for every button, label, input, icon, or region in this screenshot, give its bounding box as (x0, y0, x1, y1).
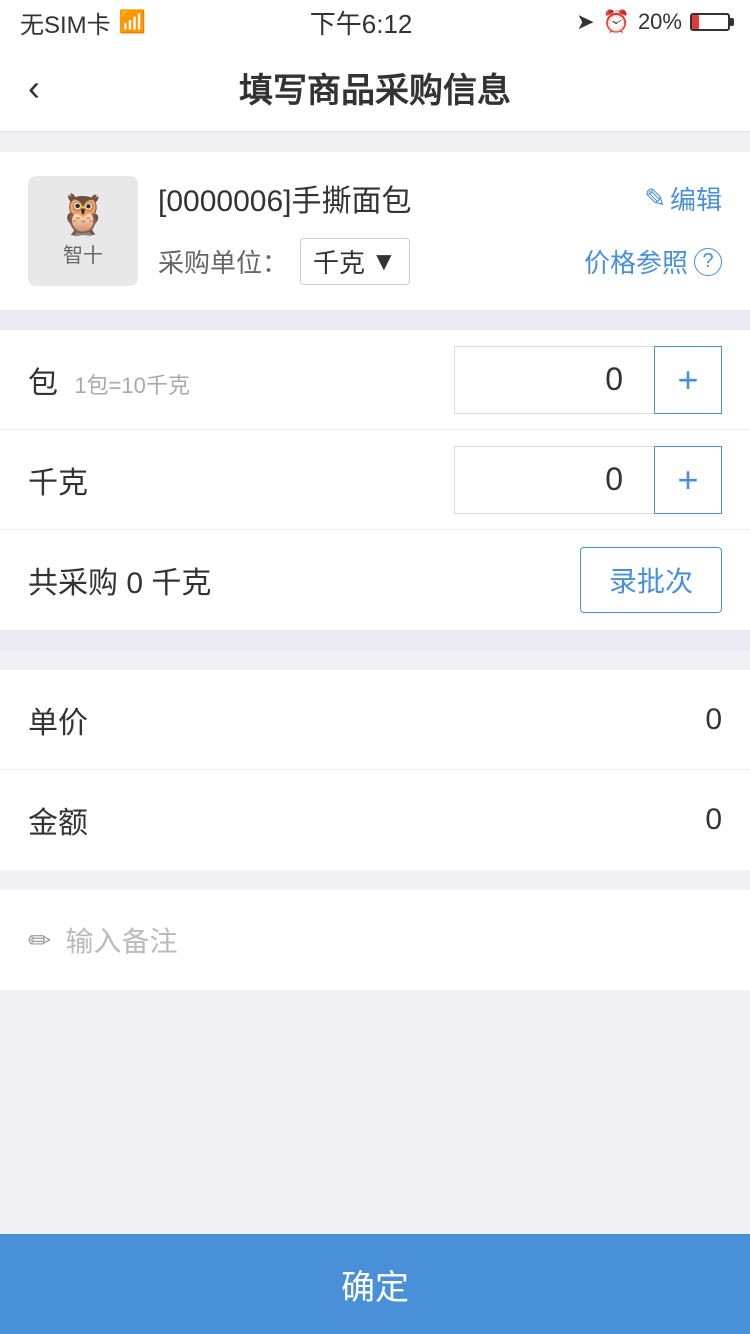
section-divider-1 (0, 310, 750, 330)
summary-row: 共采购 0 千克 录批次 (0, 530, 750, 630)
back-icon: ‹ (28, 67, 40, 108)
edit-icon: ✎ (644, 183, 666, 214)
confirm-button[interactable]: 确定 (0, 1234, 750, 1334)
quantity-input-bao[interactable] (454, 346, 654, 414)
status-time: 下午6:12 (310, 4, 413, 41)
edit-button[interactable]: ✎ 编辑 (644, 180, 722, 217)
confirm-button-label: 确定 (341, 1260, 409, 1309)
status-right: ➤ ⏰ 20% (576, 9, 730, 35)
unit-label: 采购单位： (158, 243, 288, 280)
product-logo-icon: 🦉 (58, 195, 108, 235)
amount-row: 金额 0 (0, 770, 750, 870)
unit-price-value: 0 (705, 703, 722, 737)
unit-price-label: 单价 (28, 698, 88, 742)
quantity-plus-button-kg[interactable]: + (654, 446, 722, 514)
quantity-label-bao: 包 1包=10千克 (28, 358, 190, 402)
unit-price-row: 单价 0 (0, 670, 750, 770)
quantity-input-wrap-kg: + (454, 446, 722, 514)
product-card: 🦉 智十 [0000006]手撕面包 ✎ 编辑 采购单位： 千克 ▼ (0, 152, 750, 310)
quantity-row-kg: 千克 + (0, 430, 750, 530)
price-ref-help-icon: ? (694, 248, 722, 276)
product-logo-text: 智十 (63, 239, 103, 268)
product-name: [0000006]手撕面包 (158, 176, 411, 220)
alarm-icon: ⏰ (603, 9, 630, 35)
status-bar: 无SIM卡 📶 下午6:12 ➤ ⏰ 20% (0, 0, 750, 44)
summary-amount: 0 (126, 567, 143, 600)
unit-row: 采购单位： 千克 ▼ 价格参照 ? (158, 238, 722, 285)
carrier-text: 无SIM卡 (20, 5, 111, 40)
product-image: 🦉 智十 (28, 176, 138, 286)
back-button[interactable]: ‹ (28, 67, 40, 109)
price-section: 单价 0 金额 0 (0, 670, 750, 870)
dropdown-arrow-icon: ▼ (371, 246, 397, 277)
nav-bar: ‹ 填写商品采购信息 (0, 44, 750, 132)
price-reference-button[interactable]: 价格参照 ? (584, 243, 722, 280)
section-divider-2 (0, 630, 750, 650)
summary-label: 共采购 (28, 567, 126, 600)
edit-label: 编辑 (670, 180, 722, 217)
amount-value: 0 (705, 803, 722, 837)
notes-section[interactable]: ✏ 输入备注 (0, 890, 750, 990)
summary-unit: 千克 (143, 567, 211, 600)
quantity-plus-button-bao[interactable]: + (654, 346, 722, 414)
unit-value: 千克 (313, 243, 365, 280)
quantity-input-section: 包 1包=10千克 + 千克 + (0, 330, 750, 530)
amount-label: 金额 (28, 798, 88, 842)
battery-icon (690, 13, 730, 31)
status-left: 无SIM卡 📶 (20, 5, 146, 40)
notes-placeholder: 输入备注 (65, 920, 177, 960)
quantity-row-bao: 包 1包=10千克 + (0, 330, 750, 430)
quantity-input-wrap-bao: + (454, 346, 722, 414)
quantity-input-kg[interactable] (454, 446, 654, 514)
product-info: [0000006]手撕面包 ✎ 编辑 采购单位： 千克 ▼ 价格参照 ? (158, 176, 722, 285)
price-ref-label: 价格参照 (584, 243, 688, 280)
batch-button[interactable]: 录批次 (580, 547, 722, 613)
quantity-hint-bao: 1包=10千克 (74, 373, 190, 398)
pencil-icon: ✏ (28, 924, 51, 957)
quantity-label-kg: 千克 (28, 458, 188, 502)
location-icon: ➤ (576, 9, 594, 35)
page-title: 填写商品采购信息 (239, 63, 511, 112)
summary-text: 共采购 0 千克 (28, 558, 211, 602)
product-title-row: [0000006]手撕面包 ✎ 编辑 (158, 176, 722, 220)
main-content: 🦉 智十 [0000006]手撕面包 ✎ 编辑 采购单位： 千克 ▼ (0, 152, 750, 1110)
unit-select-dropdown[interactable]: 千克 ▼ (300, 238, 410, 285)
battery-text: 20% (638, 9, 682, 35)
wifi-icon: 📶 (119, 9, 146, 35)
